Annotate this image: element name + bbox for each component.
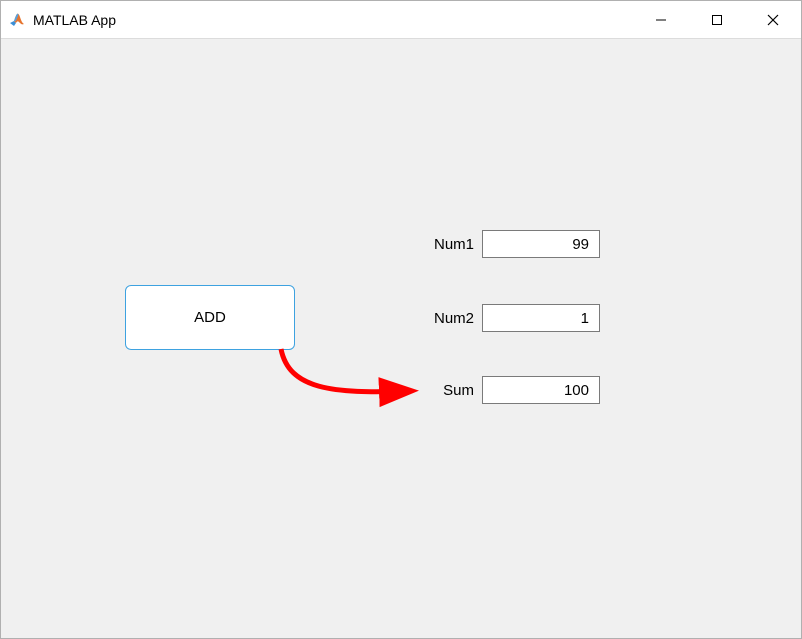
matlab-icon bbox=[9, 12, 25, 28]
sum-input[interactable] bbox=[482, 376, 600, 404]
sum-label: Sum bbox=[414, 382, 474, 399]
num1-input[interactable] bbox=[482, 230, 600, 258]
num2-label: Num2 bbox=[414, 310, 474, 327]
titlebar: MATLAB App bbox=[1, 1, 801, 39]
close-button[interactable] bbox=[745, 1, 801, 38]
num2-row: Num2 bbox=[414, 304, 600, 332]
sum-row: Sum bbox=[414, 376, 600, 404]
window-controls bbox=[633, 1, 801, 38]
client-area: ADD Num1 Num2 Sum bbox=[1, 39, 801, 638]
add-button[interactable]: ADD bbox=[125, 285, 295, 350]
num2-input[interactable] bbox=[482, 304, 600, 332]
num1-label: Num1 bbox=[414, 236, 474, 253]
window-title: MATLAB App bbox=[33, 12, 633, 28]
minimize-button[interactable] bbox=[633, 1, 689, 38]
app-window: MATLAB App ADD Num1 Num2 Sum bbox=[0, 0, 802, 639]
annotation-arrow-icon bbox=[1, 39, 801, 639]
num1-row: Num1 bbox=[414, 230, 600, 258]
maximize-button[interactable] bbox=[689, 1, 745, 38]
